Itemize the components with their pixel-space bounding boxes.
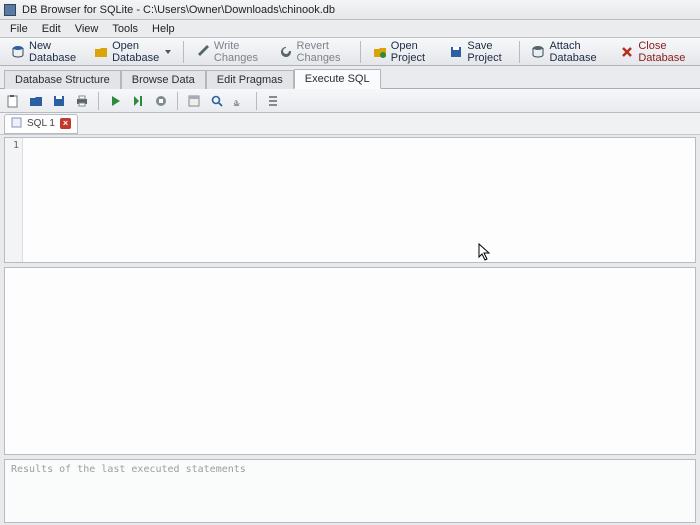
find-replace-button[interactable]: a̲ᵣ [231,92,249,110]
open-database-button[interactable]: Open Database [86,36,179,68]
sql-tab-icon [11,117,22,131]
open-project-label: Open Project [391,40,432,64]
save-sql-button[interactable] [50,92,68,110]
save-project-button[interactable]: Save Project [441,36,514,68]
sql-tab-1[interactable]: SQL 1 × [4,114,78,134]
menu-file[interactable]: File [4,22,34,36]
line-number-1: 1 [5,140,19,151]
revert-changes-button[interactable]: Revert Changes [271,36,357,68]
toolbar-separator [256,92,257,110]
find-button[interactable] [208,92,226,110]
close-database-button[interactable]: Close Database [612,36,697,68]
save-project-label: Save Project [467,40,506,64]
tab-browse-data[interactable]: Browse Data [121,70,206,89]
new-sql-tab-button[interactable] [4,92,22,110]
sql-editor-pane[interactable]: 1 [4,137,696,263]
tab-edit-pragmas[interactable]: Edit Pragmas [206,70,294,89]
save-results-button[interactable] [185,92,203,110]
log-pane[interactable]: Results of the last executed statements [4,459,696,523]
menu-help[interactable]: Help [146,22,181,36]
close-sql-tab-button[interactable]: × [60,118,71,129]
write-changes-icon [196,45,210,59]
sql-panes: 1 Results of the last executed statement… [0,135,700,525]
window-title: DB Browser for SQLite - C:\Users\Owner\D… [22,4,335,16]
write-changes-label: Write Changes [214,40,261,64]
toolbar-separator [183,41,184,63]
new-database-label: New Database [29,40,76,64]
toolbar-separator [177,92,178,110]
attach-database-label: Attach Database [549,40,602,64]
revert-changes-label: Revert Changes [297,40,349,64]
close-database-icon [620,45,634,59]
close-database-label: Close Database [638,40,689,64]
sql-toolbar: a̲ᵣ [0,89,700,113]
toolbar-separator [98,92,99,110]
execute-all-button[interactable] [106,92,124,110]
new-database-button[interactable]: New Database [3,36,84,68]
stop-button[interactable] [152,92,170,110]
open-project-icon [373,45,387,59]
menu-edit[interactable]: Edit [36,22,67,36]
main-toolbar: New Database Open Database Write Changes… [0,38,700,66]
execute-line-button[interactable] [129,92,147,110]
svg-text:a̲ᵣ: a̲ᵣ [233,97,240,107]
log-placeholder: Results of the last executed statements [11,464,246,475]
title-bar: DB Browser for SQLite - C:\Users\Owner\D… [0,0,700,20]
open-database-icon [94,45,108,59]
tab-database-structure[interactable]: Database Structure [4,70,121,89]
toolbar-separator [519,41,520,63]
menu-view[interactable]: View [69,22,105,36]
sql-tab-bar: SQL 1 × [0,113,700,135]
save-project-icon [449,45,463,59]
editor-gutter: 1 [5,138,23,262]
app-icon [4,4,16,16]
write-changes-button[interactable]: Write Changes [188,36,269,68]
menu-tools[interactable]: Tools [106,22,144,36]
tab-execute-sql[interactable]: Execute SQL [294,69,381,89]
sql-tab-label: SQL 1 [27,118,55,129]
indent-button[interactable] [264,92,282,110]
attach-database-button[interactable]: Attach Database [523,36,610,68]
chevron-down-icon [165,50,171,54]
attach-database-icon [531,45,545,59]
open-project-button[interactable]: Open Project [365,36,440,68]
mouse-cursor-icon [478,243,492,263]
revert-changes-icon [279,45,293,59]
open-sql-file-button[interactable] [27,92,45,110]
print-button[interactable] [73,92,91,110]
toolbar-separator [360,41,361,63]
new-database-icon [11,45,25,59]
results-pane[interactable] [4,267,696,455]
main-tab-bar: Database Structure Browse Data Edit Prag… [0,66,700,89]
open-database-label: Open Database [112,40,159,64]
